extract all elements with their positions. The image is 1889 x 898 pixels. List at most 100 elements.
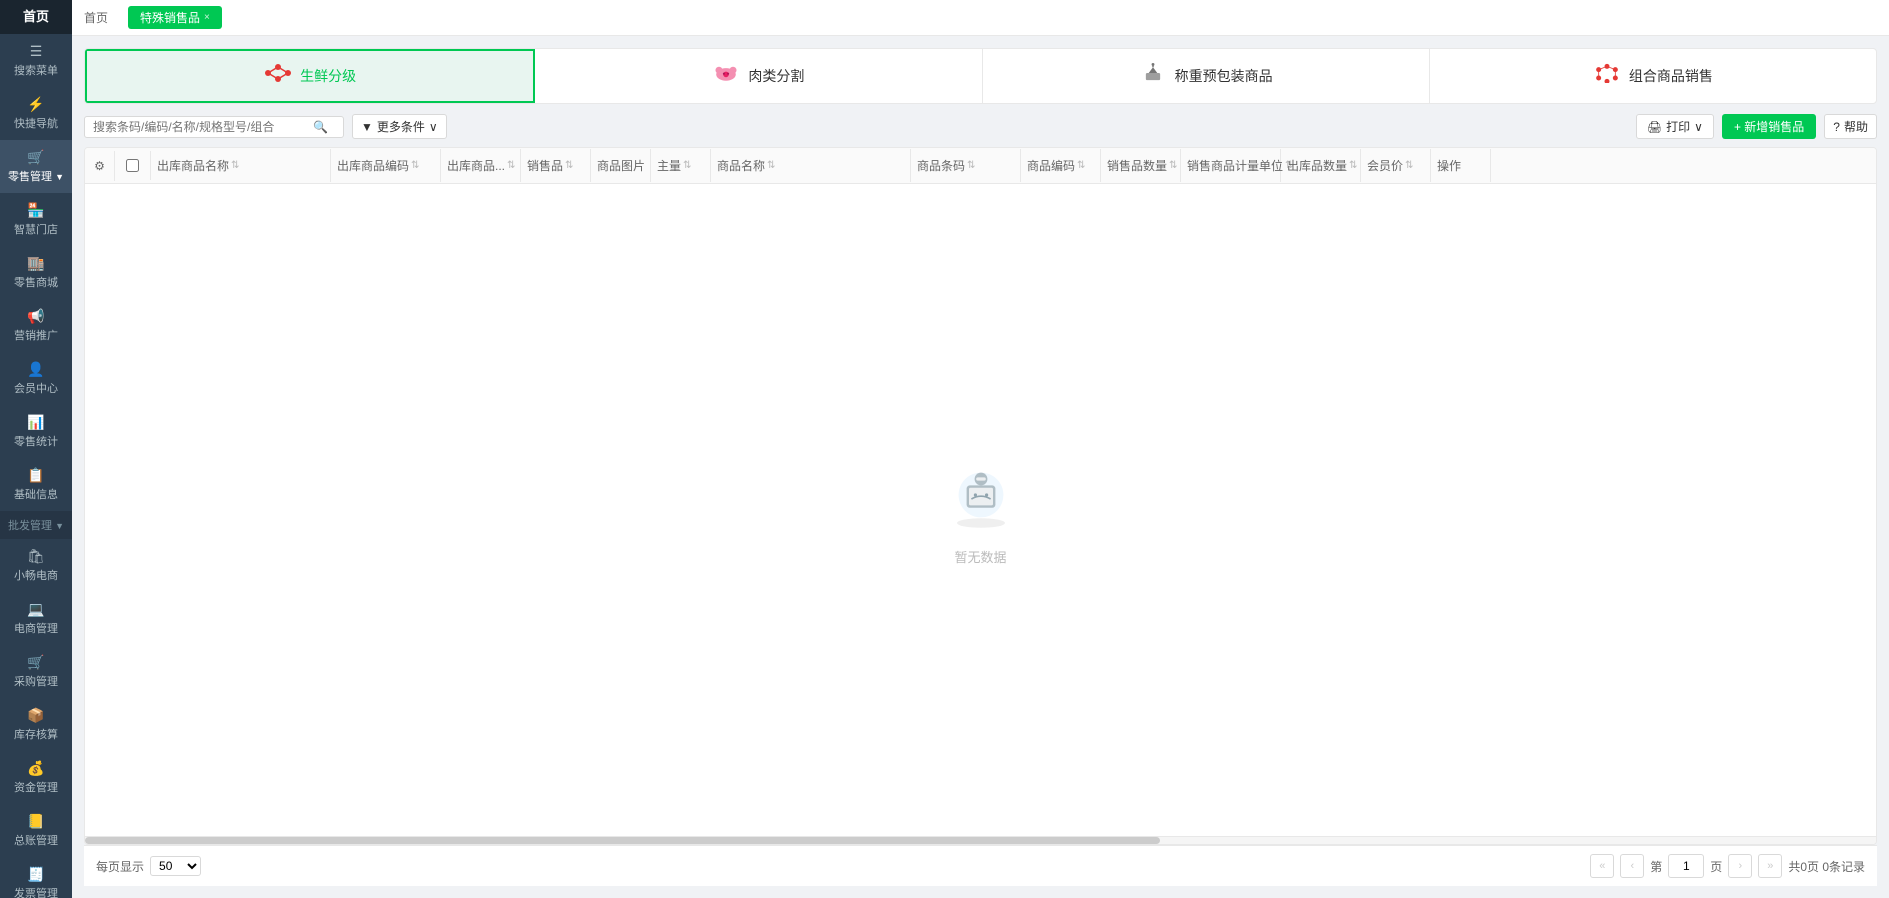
toolbar-right: 🖨 打印 ∨ + 新增销售品 ? 帮助 [1636, 114, 1877, 139]
retail-mgmt-icon: 🛒 [4, 148, 68, 168]
horizontal-scrollbar[interactable] [85, 836, 1876, 844]
sort-icon[interactable]: ⇅ [1405, 160, 1413, 171]
th-weight: 主量 ⇅ [651, 149, 711, 182]
page-content: 生鲜分级 肉类分割 [72, 36, 1889, 898]
sidebar-item-search-menu[interactable]: ☰ 搜索菜单 [0, 34, 72, 87]
cat-tab-weight-pack[interactable]: 称重预包装商品 [983, 49, 1430, 103]
chevron-down-icon: ▼ [55, 172, 64, 182]
sidebar-item-retail-mgmt[interactable]: 🛒 零售管理 ▼ [0, 140, 72, 193]
ecom-mgmt-icon: 💻 [4, 600, 68, 620]
empty-state: 暂无数据 [85, 184, 1876, 836]
table-header: ⚙ 出库商品名称 ⇅ 出库商品编码 ⇅ 出库商品... ⇅ [85, 148, 1876, 184]
quick-nav-icon: ⚡ [4, 95, 68, 115]
th-checkbox[interactable] [115, 151, 151, 180]
tab-close-icon[interactable]: × [204, 12, 210, 23]
sort-icon[interactable]: ⇅ [1077, 160, 1085, 171]
sidebar-item-invoice-mgmt[interactable]: 🧾 发票管理 [0, 857, 72, 898]
filter-button[interactable]: ▼ 更多条件 ∨ [352, 114, 447, 139]
settings-icon[interactable]: ⚙ [94, 159, 105, 173]
th-out-name: 出库商品名称 ⇅ [151, 149, 331, 182]
sidebar-item-quick-nav[interactable]: ⚡ 快捷导航 [0, 87, 72, 140]
th-member-price: 会员价 ⇅ [1361, 149, 1431, 182]
help-button[interactable]: ? 帮助 [1824, 114, 1877, 139]
sidebar-item-purchase-mgmt[interactable]: 🛒 采购管理 [0, 645, 72, 698]
search-icon[interactable]: 🔍 [313, 120, 328, 134]
th-product-name: 商品名称 ⇅ [711, 149, 911, 182]
sidebar-item-smart-store[interactable]: 🏪 智慧门店 [0, 193, 72, 246]
search-input[interactable] [93, 120, 313, 134]
th-sales-item: 销售品 ⇅ [521, 149, 591, 182]
page-number-input[interactable] [1668, 854, 1704, 878]
last-page-button[interactable]: » [1758, 854, 1782, 878]
mini-ecom-icon: 🛍 [4, 547, 68, 567]
th-sales-qty: 销售品数量 ⇅ [1101, 149, 1181, 182]
sort-icon[interactable]: ⇅ [565, 160, 573, 171]
cat-tab-combo-sales[interactable]: 组合商品销售 [1430, 49, 1876, 103]
dropdown-icon: ∨ [429, 120, 438, 134]
retail-stats-icon: 📊 [4, 413, 68, 433]
sort-icon[interactable]: ⇅ [1169, 160, 1177, 171]
th-settings[interactable]: ⚙ [85, 151, 115, 181]
scrollbar-thumb[interactable] [85, 837, 1160, 844]
sidebar-item-finance[interactable]: 💰 资金管理 [0, 751, 72, 804]
print-button[interactable]: 🖨 打印 ∨ [1636, 114, 1714, 139]
inventory-icon: 📦 [4, 706, 68, 726]
search-box[interactable]: 🔍 [84, 116, 344, 138]
cat-tab-meat-cut-label: 肉类分割 [748, 66, 804, 86]
th-product-code: 商品编码 ⇅ [1021, 149, 1101, 182]
th-operation: 操作 [1431, 149, 1491, 182]
fresh-grade-icon [264, 63, 292, 89]
sidebar-item-retail-mall[interactable]: 🏬 零售商城 [0, 246, 72, 299]
sidebar-item-sales-promo[interactable]: 📢 营销推广 [0, 299, 72, 352]
general-ledger-icon: 📒 [4, 812, 68, 832]
cat-tab-fresh-grade[interactable]: 生鲜分级 [85, 49, 535, 103]
th-unit: 销售商品计量单位 ⇅ [1181, 149, 1281, 182]
add-sales-button[interactable]: + 新增销售品 [1722, 114, 1816, 139]
prev-page-button[interactable]: ‹ [1620, 854, 1644, 878]
cat-tab-meat-cut[interactable]: 肉类分割 [535, 49, 982, 103]
page-size-select[interactable]: 10 20 50 100 [150, 856, 201, 876]
sort-icon[interactable]: ⇅ [507, 160, 515, 171]
sidebar-item-basic-info[interactable]: 📋 基础信息 [0, 458, 72, 511]
total-info: 共0页 0条记录 [1788, 858, 1865, 875]
th-out-code: 出库商品编码 ⇅ [331, 149, 441, 182]
topbar: 首页 特殊销售品 × [72, 0, 1889, 36]
combo-sales-icon [1593, 63, 1621, 89]
print-dropdown-icon: ∨ [1694, 120, 1703, 134]
sidebar-item-member-center[interactable]: 👤 会员中心 [0, 352, 72, 405]
retail-mall-icon: 🏬 [4, 254, 68, 274]
weight-pack-icon [1139, 63, 1167, 89]
sort-icon[interactable]: ⇅ [683, 160, 691, 171]
page-size-label: 每页显示 [96, 858, 144, 875]
smart-store-icon: 🏪 [4, 201, 68, 221]
print-icon: 🖨 [1647, 120, 1662, 134]
sidebar-item-ecom-mgmt[interactable]: 💻 电商管理 [0, 592, 72, 645]
sidebar-item-mini-ecom[interactable]: 🛍 小畅电商 [0, 539, 72, 592]
sidebar-item-inventory[interactable]: 📦 库存核算 [0, 698, 72, 751]
sidebar-item-wholesale-mgmt[interactable]: 批发管理 ▼ [0, 511, 72, 539]
select-all-checkbox[interactable] [126, 159, 139, 172]
sort-icon[interactable]: ⇅ [767, 160, 775, 171]
breadcrumb-home[interactable]: 首页 [84, 9, 108, 26]
sort-icon[interactable]: ⇅ [1349, 160, 1357, 171]
next-page-button[interactable]: › [1728, 854, 1752, 878]
toolbar-left: 🔍 ▼ 更多条件 ∨ [84, 114, 447, 139]
th-product-img: 商品图片 [591, 149, 651, 182]
sidebar-item-general-ledger[interactable]: 📒 总账管理 [0, 804, 72, 857]
finance-icon: 💰 [4, 759, 68, 779]
app-logo: 首页 [0, 0, 72, 34]
sort-icon[interactable]: ⇅ [231, 160, 239, 171]
help-icon: ? [1833, 120, 1840, 134]
meat-cut-icon [712, 63, 740, 89]
jump-to-label: 第 [1650, 858, 1662, 875]
invoice-mgmt-icon: 🧾 [4, 865, 68, 885]
sidebar-item-retail-stats[interactable]: 📊 零售统计 [0, 405, 72, 458]
sidebar: 首页 ☰ 搜索菜单 ⚡ 快捷导航 🛒 零售管理 ▼ 🏪 智慧门店 🏬 零售商城 … [0, 0, 72, 898]
th-barcode: 商品条码 ⇅ [911, 149, 1021, 182]
sort-icon[interactable]: ⇅ [967, 160, 975, 171]
th-out-code2: 出库商品... ⇅ [441, 149, 521, 182]
page-label: 页 [1710, 858, 1722, 875]
first-page-button[interactable]: « [1590, 854, 1614, 878]
active-tab-special-sales[interactable]: 特殊销售品 × [128, 6, 222, 29]
sort-icon[interactable]: ⇅ [411, 160, 419, 171]
